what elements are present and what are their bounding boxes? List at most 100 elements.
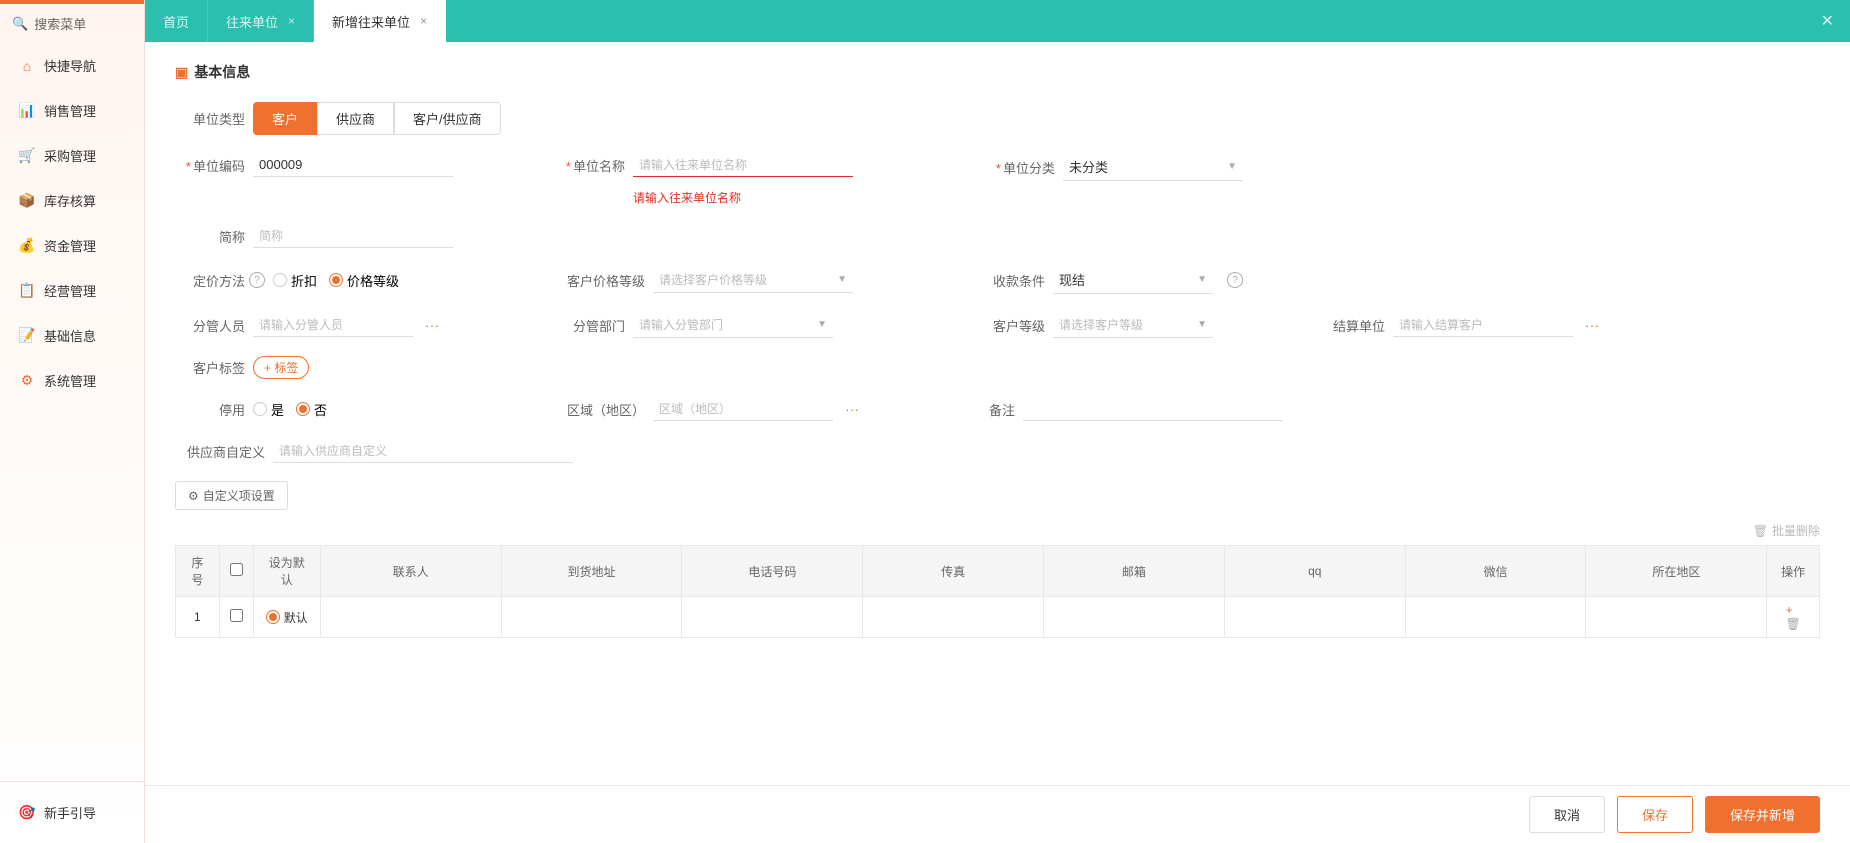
cancel-button[interactable]: 取消 [1529, 796, 1605, 833]
payment-terms-arrow: ▼ [1197, 274, 1207, 285]
tab-partner[interactable]: 往来单位 × [208, 0, 314, 42]
disabled-radio-no[interactable]: 否 [296, 400, 327, 419]
td-contact[interactable] [320, 597, 501, 638]
home-icon: ⌂ [18, 57, 36, 75]
supplier-custom-input[interactable] [273, 439, 573, 463]
contact-table: 序号 设为默认 联系人 到货地址 电话号码 传真 邮箱 qq 微信 所在地区 操… [175, 545, 1820, 638]
row-checkbox[interactable] [230, 609, 243, 622]
sidebar-item-inventory[interactable]: 📦 库存核算 [0, 178, 144, 223]
region-more-btn[interactable]: ··· [841, 401, 863, 417]
tab-new-partner-close[interactable]: × [420, 14, 427, 28]
sidebar-item-tutorial[interactable]: 🎯 新手引导 [0, 790, 144, 835]
sidebar-item-system[interactable]: ⚙ 系统管理 [0, 358, 144, 403]
td-address[interactable] [501, 597, 682, 638]
sidebar-search[interactable]: 🔍 搜索菜单 [0, 4, 144, 43]
table-actions: 🗑 批量删除 [175, 522, 1820, 539]
customer-level-label: 客户等级 [975, 316, 1045, 335]
qq-input[interactable] [1235, 610, 1395, 625]
sidebar-label-sales: 销售管理 [44, 101, 96, 120]
tab-home[interactable]: 首页 [145, 0, 208, 42]
row-add-btn[interactable]: + [1786, 603, 1793, 617]
form-content: ▣ 基本信息 单位类型 客户 供应商 客户/供应商 *单位编码 [145, 42, 1850, 843]
contact-input[interactable] [331, 610, 491, 625]
td-qq[interactable] [1224, 597, 1405, 638]
td-fax[interactable] [863, 597, 1044, 638]
settlement-unit-more-btn[interactable]: ··· [1581, 317, 1603, 333]
sidebar-item-basic-info[interactable]: 📝 基础信息 [0, 313, 144, 358]
customer-price-select[interactable]: 请选择客户价格等级 ▼ [653, 267, 853, 293]
remarks-input[interactable] [1023, 397, 1283, 421]
operations-icon: 📋 [18, 282, 36, 300]
type-btn-supplier[interactable]: 供应商 [317, 102, 394, 135]
tag-add-button[interactable]: + 标签 [253, 356, 309, 379]
window-close-button[interactable]: ✕ [1805, 0, 1850, 42]
tab-partner-close[interactable]: × [288, 14, 295, 28]
unit-name-input[interactable] [633, 153, 853, 177]
fax-input[interactable] [873, 610, 1033, 625]
pricing-help-icon[interactable]: ? [249, 272, 265, 288]
unit-code-group: *单位编码 [175, 153, 555, 177]
region-group: 区域（地区） ··· [555, 397, 975, 421]
sidebar-label-operations: 经营管理 [44, 281, 96, 300]
td-phone[interactable] [682, 597, 863, 638]
settlement-unit-input[interactable] [1393, 313, 1573, 337]
region-input[interactable] [653, 397, 833, 421]
unit-category-arrow: ▼ [1227, 161, 1237, 172]
department-group: 分管部门 请输入分管部门 ▼ [555, 312, 975, 338]
payment-help-icon[interactable]: ? [1227, 272, 1243, 288]
sidebar: 🔍 搜索菜单 ⌂ 快捷导航 📊 销售管理 🛒 采购管理 📦 库存核算 💰 资金管… [0, 0, 145, 843]
sidebar-item-sales[interactable]: 📊 销售管理 [0, 88, 144, 133]
unit-name-required: * [566, 159, 571, 174]
batch-delete-icon: 🗑 [1753, 524, 1768, 538]
payment-terms-value: 现结 [1059, 270, 1193, 289]
sidebar-item-operations[interactable]: 📋 经营管理 [0, 268, 144, 313]
unit-code-input[interactable] [253, 153, 453, 177]
contact-table-section: ⚙ 自定义项设置 🗑 批量删除 序号 设为默认 联系人 到货地址 [175, 481, 1820, 638]
disabled-row: 停用 是 否 区域（地区） ··· 备注 [175, 397, 1820, 421]
abbr-group: 简称 [175, 224, 555, 248]
row-delete-btn[interactable]: 🗑 [1786, 617, 1801, 631]
region-table-input[interactable] [1596, 610, 1756, 625]
th-actions: 操作 [1767, 546, 1820, 597]
sidebar-item-finance[interactable]: 💰 资金管理 [0, 223, 144, 268]
unit-category-group: *单位分类 未分类 ▼ [975, 153, 1820, 181]
payment-terms-select[interactable]: 现结 ▼ [1053, 266, 1213, 294]
th-wechat: 微信 [1405, 546, 1586, 597]
td-wechat[interactable] [1405, 597, 1586, 638]
basic-info-icon: 📝 [18, 327, 36, 345]
radio-yes-circle [253, 402, 267, 416]
gear-icon: ⚙ [188, 489, 199, 503]
select-all-checkbox[interactable] [230, 563, 243, 576]
unit-type-group: 单位类型 客户 供应商 客户/供应商 [175, 102, 1820, 135]
pricing-radio-discount[interactable]: 折扣 [273, 271, 317, 290]
save-button[interactable]: 保存 [1617, 796, 1693, 833]
department-select[interactable]: 请输入分管部门 ▼ [633, 312, 833, 338]
phone-input[interactable] [692, 610, 852, 625]
row-default-radio[interactable]: 默认 [264, 609, 310, 626]
sidebar-item-purchase[interactable]: 🛒 采购管理 [0, 133, 144, 178]
unit-category-select[interactable]: 未分类 ▼ [1063, 153, 1243, 181]
abbr-row: 简称 [175, 224, 1820, 248]
batch-delete-button[interactable]: 🗑 批量删除 [1753, 522, 1820, 539]
type-btn-both[interactable]: 客户/供应商 [394, 102, 501, 135]
custom-settings-button[interactable]: ⚙ 自定义项设置 [175, 481, 288, 510]
tab-new-partner-label: 新增往来单位 [332, 12, 410, 31]
type-btn-customer[interactable]: 客户 [253, 102, 317, 135]
abbr-input[interactable] [253, 224, 453, 248]
wechat-input[interactable] [1416, 610, 1576, 625]
sidebar-label-finance: 资金管理 [44, 236, 96, 255]
manager-input[interactable] [253, 313, 413, 337]
customer-level-select[interactable]: 请选择客户等级 ▼ [1053, 312, 1213, 338]
disabled-radio-yes[interactable]: 是 [253, 400, 284, 419]
pricing-radio-level[interactable]: 价格等级 [329, 271, 399, 290]
th-phone: 电话号码 [682, 546, 863, 597]
manager-more-btn[interactable]: ··· [421, 317, 443, 333]
td-region[interactable] [1586, 597, 1767, 638]
customer-level-placeholder: 请选择客户等级 [1059, 316, 1193, 333]
sidebar-item-quick-nav[interactable]: ⌂ 快捷导航 [0, 43, 144, 88]
td-email[interactable] [1044, 597, 1225, 638]
tab-new-partner[interactable]: 新增往来单位 × [314, 0, 446, 42]
address-input[interactable] [512, 610, 672, 625]
save-add-button[interactable]: 保存并新增 [1705, 796, 1820, 833]
email-input[interactable] [1054, 610, 1214, 625]
